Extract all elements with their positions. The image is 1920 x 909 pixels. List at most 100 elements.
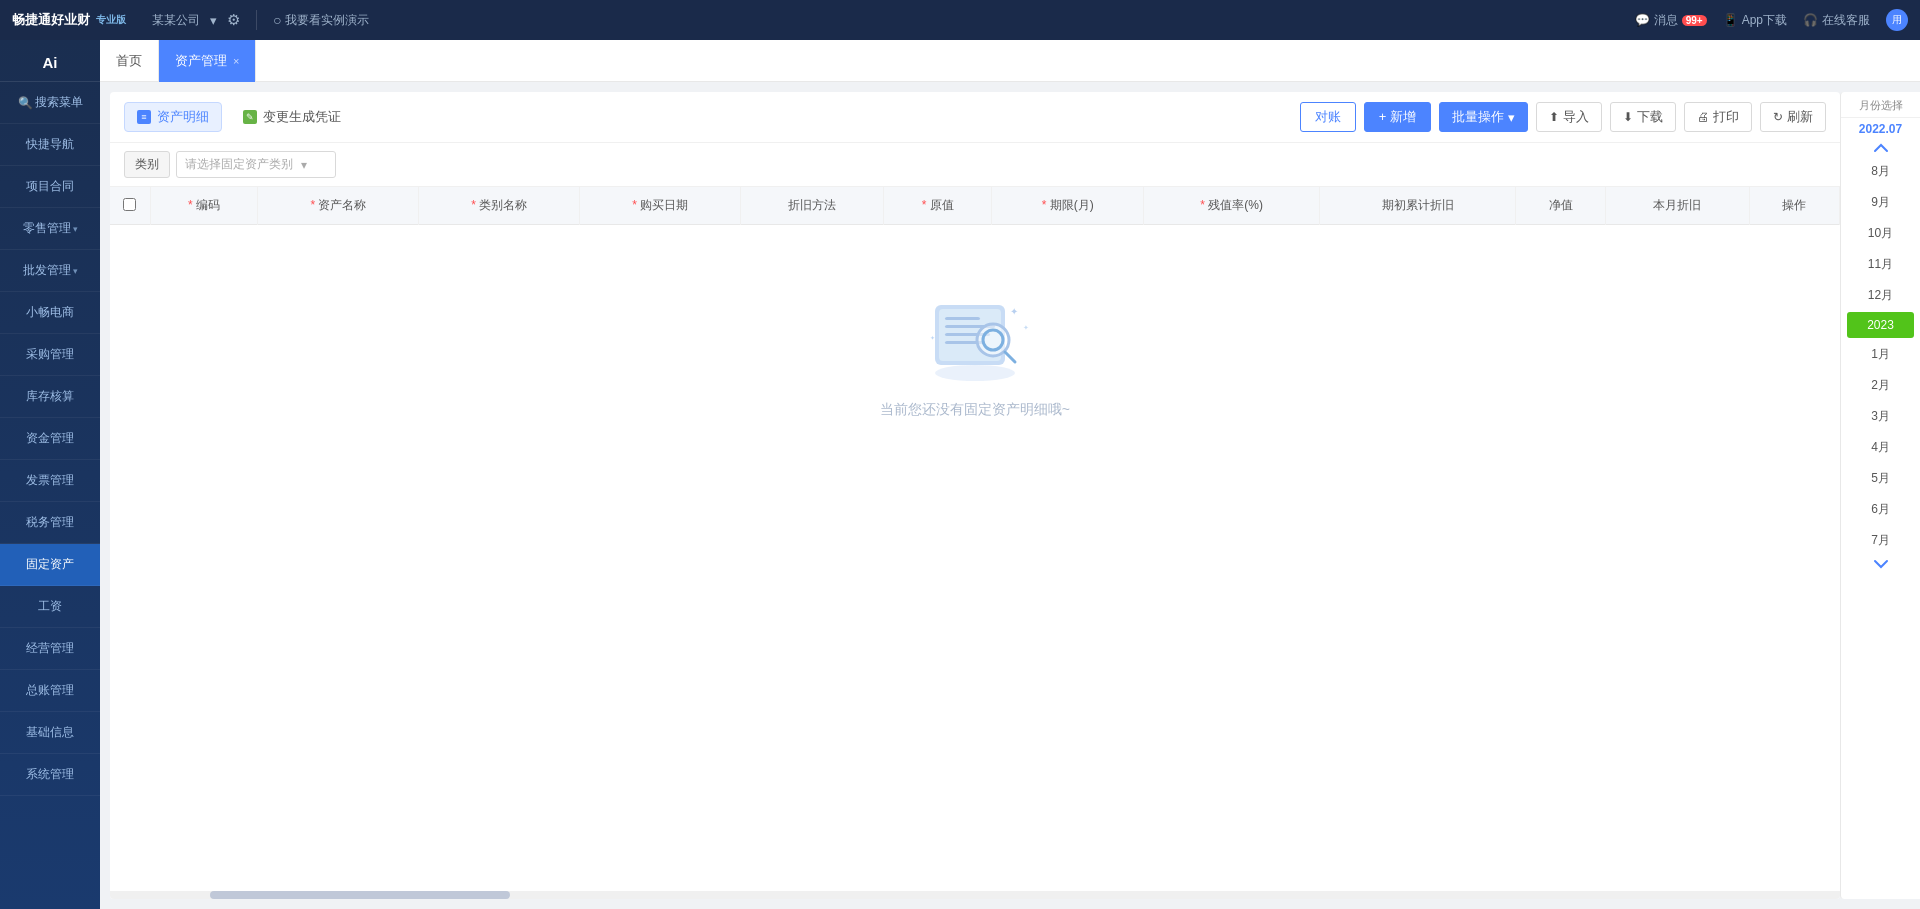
chevron-up-icon	[1873, 143, 1889, 153]
month-scroll-down[interactable]	[1841, 556, 1920, 572]
sidebar-item-purchase[interactable]: 采购管理	[0, 334, 100, 376]
divider	[256, 10, 257, 30]
month-item-12[interactable]: 12月	[1847, 281, 1914, 310]
month-item-5[interactable]: 5月	[1847, 464, 1914, 493]
sidebar-ecommerce-label: 小畅电商	[26, 304, 74, 321]
sidebar-item-wholesale[interactable]: 批发管理 ▾	[0, 250, 100, 292]
col-name: * 资产名称	[258, 187, 419, 225]
page-content: ≡ 资产明细 ✎ 变更生成凭证 对账 + 新增 批量操作 ▾	[100, 82, 1920, 909]
month-item-11[interactable]: 11月	[1847, 250, 1914, 279]
category-dropdown-icon: ▾	[301, 158, 307, 172]
sidebar-item-basicinfo[interactable]: 基础信息	[0, 712, 100, 754]
sidebar-ai-label: Ai	[8, 54, 92, 71]
col-operation: 操作	[1749, 187, 1839, 225]
tab-home[interactable]: 首页	[100, 40, 159, 82]
sidebar-item-quicknav[interactable]: 快捷导航	[0, 124, 100, 166]
app-edition: 专业版	[96, 13, 126, 27]
month-scroll-up[interactable]	[1841, 140, 1920, 156]
col-purchase-date: * 购买日期	[580, 187, 741, 225]
sidebar-item-finance[interactable]: 资金管理	[0, 418, 100, 460]
change-voucher-icon: ✎	[243, 110, 257, 124]
message-label: 消息	[1654, 12, 1678, 29]
month-item-6[interactable]: 6月	[1847, 495, 1914, 524]
sub-tab-asset-detail[interactable]: ≡ 资产明细	[124, 102, 222, 132]
top-bar: 畅捷通好业财 专业版 某某公司 ▾ ⚙ ○ 我要看实例演示 💬 消息 99+ 📱…	[0, 0, 1920, 40]
svg-line-9	[1005, 352, 1015, 362]
refresh-button[interactable]: ↻ 刷新	[1760, 102, 1826, 132]
svg-point-0	[935, 365, 1015, 381]
user-avatar[interactable]: 用	[1886, 9, 1908, 31]
sidebar-finance-label: 资金管理	[26, 430, 74, 447]
batch-button[interactable]: 批量操作 ▾	[1439, 102, 1528, 132]
sidebar-operation-label: 经营管理	[26, 640, 74, 657]
month-item-2[interactable]: 2月	[1847, 371, 1914, 400]
batch-label: 批量操作	[1452, 108, 1504, 126]
sidebar-item-search[interactable]: 🔍 搜索菜单	[0, 82, 100, 124]
table-header-checkbox	[110, 187, 150, 225]
tab-close-icon[interactable]: ×	[233, 55, 239, 67]
sidebar: Ai 🔍 搜索菜单 快捷导航 项目合同 零售管理 ▾ 批发管理 ▾ 小畅电商 采…	[0, 40, 100, 909]
sidebar-item-operation[interactable]: 经营管理	[0, 628, 100, 670]
app-download-btn[interactable]: 📱 App下载	[1723, 12, 1787, 29]
print-button[interactable]: 🖨 打印	[1684, 102, 1752, 132]
month-item-1[interactable]: 1月	[1847, 340, 1914, 369]
sidebar-item-fixedasset[interactable]: 固定资产	[0, 544, 100, 586]
sidebar-salary-label: 工资	[38, 598, 62, 615]
message-badge: 99+	[1682, 15, 1707, 26]
duizhang-button[interactable]: 对账	[1300, 102, 1356, 132]
demo-link[interactable]: ○ 我要看实例演示	[273, 12, 369, 29]
select-all-checkbox[interactable]	[123, 198, 136, 211]
settings-icon[interactable]: ⚙	[227, 11, 240, 29]
month-item-9[interactable]: 9月	[1847, 188, 1914, 217]
svg-text:✦: ✦	[1010, 306, 1018, 317]
sidebar-item-ledger[interactable]: 总账管理	[0, 670, 100, 712]
sidebar-item-retail[interactable]: 零售管理 ▾	[0, 208, 100, 250]
sidebar-inventory-label: 库存核算	[26, 388, 74, 405]
month-item-3[interactable]: 3月	[1847, 402, 1914, 431]
sidebar-item-ecommerce[interactable]: 小畅电商	[0, 292, 100, 334]
bottom-scroll[interactable]	[110, 891, 1840, 899]
sidebar-wholesale-label: 批发管理	[23, 262, 71, 279]
category-label: 类别	[124, 151, 170, 178]
sub-tab-change-voucher[interactable]: ✎ 变更生成凭证	[230, 102, 354, 132]
category-select: 类别 请选择固定资产类别 ▾	[124, 151, 336, 178]
bottom-scroll-thumb[interactable]	[210, 891, 510, 899]
table-wrapper: * 编码 * 资产名称 * 类别名称 * 购买日期 折旧方法 * 原值 * 期限…	[110, 187, 1840, 891]
add-button[interactable]: + 新增	[1364, 102, 1431, 132]
message-icon: 💬	[1635, 13, 1650, 27]
tab-asset-management-label: 资产管理	[175, 52, 227, 70]
category-input[interactable]: 请选择固定资产类别 ▾	[176, 151, 336, 178]
col-period: * 期限(月)	[992, 187, 1144, 225]
empty-text: 当前您还没有固定资产明细哦~	[880, 401, 1070, 419]
sidebar-item-project[interactable]: 项目合同	[0, 166, 100, 208]
sidebar-item-inventory[interactable]: 库存核算	[0, 376, 100, 418]
import-button[interactable]: ⬆ 导入	[1536, 102, 1602, 132]
sidebar-item-tax[interactable]: 税务管理	[0, 502, 100, 544]
month-item-10[interactable]: 10月	[1847, 219, 1914, 248]
company-dropdown-icon[interactable]: ▾	[210, 13, 217, 28]
month-year[interactable]: 2022.07	[1841, 118, 1920, 140]
sidebar-purchase-label: 采购管理	[26, 346, 74, 363]
month-item-7[interactable]: 7月	[1847, 526, 1914, 555]
download-icon: ⬇	[1623, 110, 1633, 124]
sidebar-invoice-label: 发票管理	[26, 472, 74, 489]
tab-asset-management[interactable]: 资产管理 ×	[159, 40, 256, 82]
sidebar-item-salary[interactable]: 工资	[0, 586, 100, 628]
sidebar-item-invoice[interactable]: 发票管理	[0, 460, 100, 502]
retail-arrow-icon: ▾	[73, 224, 78, 234]
svg-rect-3	[945, 317, 980, 320]
sidebar-item-system[interactable]: 系统管理	[0, 754, 100, 796]
sidebar-fixedasset-label: 固定资产	[26, 556, 74, 573]
empty-svg: ✦ ✦ ✦	[915, 285, 1035, 385]
company-selector[interactable]: 某某公司	[152, 12, 200, 29]
message-btn[interactable]: 💬 消息 99+	[1635, 12, 1707, 29]
download-button[interactable]: ⬇ 下载	[1610, 102, 1676, 132]
main-layout: Ai 🔍 搜索菜单 快捷导航 项目合同 零售管理 ▾ 批发管理 ▾ 小畅电商 采…	[0, 40, 1920, 909]
month-item-4[interactable]: 4月	[1847, 433, 1914, 462]
print-icon: 🖨	[1697, 110, 1709, 124]
online-service-btn[interactable]: 🎧 在线客服	[1803, 12, 1870, 29]
app-logo: 畅捷通好业财 专业版	[12, 11, 126, 29]
asset-table: * 编码 * 资产名称 * 类别名称 * 购买日期 折旧方法 * 原值 * 期限…	[110, 187, 1840, 459]
app-download-icon: 📱	[1723, 13, 1738, 27]
month-item-8[interactable]: 8月	[1847, 157, 1914, 186]
